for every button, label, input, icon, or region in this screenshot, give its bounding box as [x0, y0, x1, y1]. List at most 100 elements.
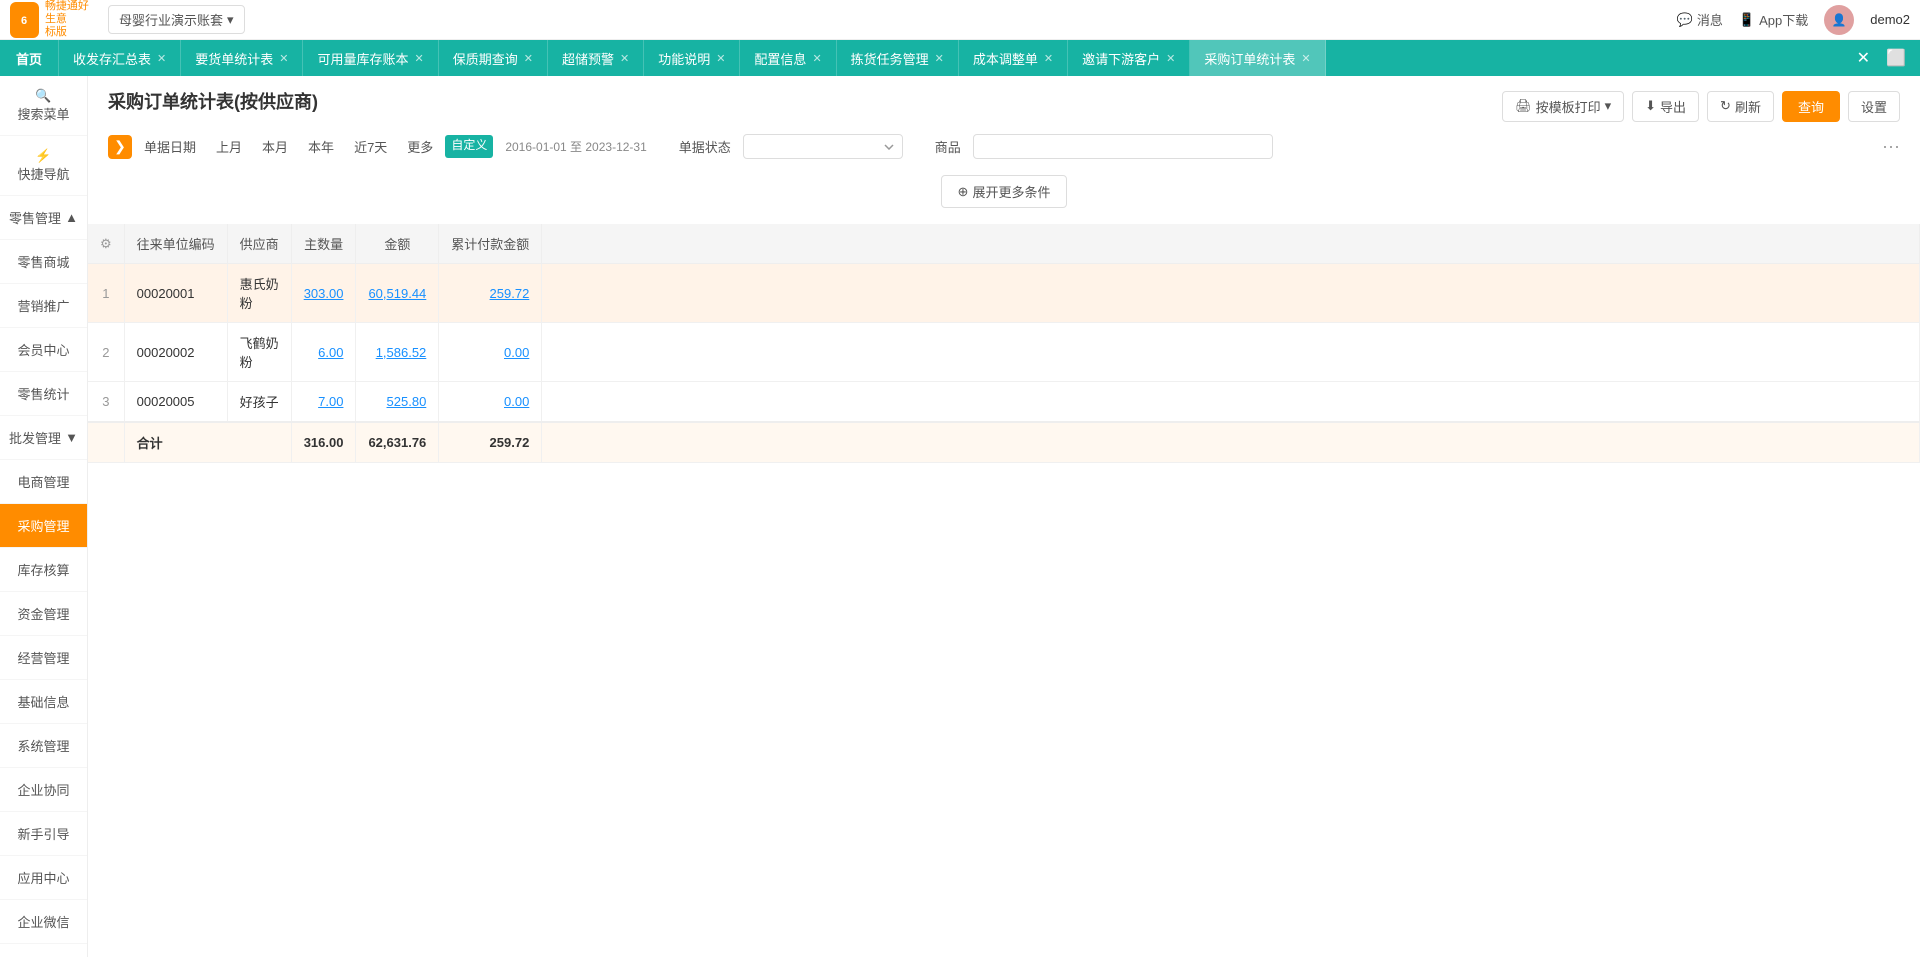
tab-11-label: 采购订单统计表: [1204, 49, 1295, 68]
export-icon: ⬇: [1645, 98, 1656, 114]
goods-input[interactable]: [973, 134, 1273, 159]
date-last-month[interactable]: 上月: [208, 135, 250, 158]
sidebar-item-inventory[interactable]: 库存核算: [0, 548, 87, 592]
date-more[interactable]: 更多: [399, 135, 441, 158]
table-header-row: ⚙ 往来单位编码 供应商 主数量 金额 累计付款金额: [88, 224, 1920, 264]
tab-home[interactable]: 首页: [0, 40, 59, 76]
expand-conditions-button[interactable]: ⊕ 展开更多条件: [941, 175, 1068, 208]
tab-9-close[interactable]: ✕: [1044, 52, 1053, 65]
sidebar-item-wechat[interactable]: 企业微信: [0, 900, 87, 944]
th-settings[interactable]: ⚙: [88, 224, 124, 264]
tab-10-close[interactable]: ✕: [1166, 52, 1175, 65]
table-row: 3 00020005 好孩子 7.00 525.80 0.00: [88, 382, 1920, 423]
tab-6[interactable]: 功能说明 ✕: [644, 40, 740, 76]
page-title: 采购订单统计表(按供应商): [108, 88, 318, 114]
search-icon: 🔍: [35, 88, 51, 103]
date-this-month[interactable]: 本月: [254, 135, 296, 158]
logo-sub: 标版: [45, 26, 98, 39]
tab-2-close[interactable]: ✕: [279, 52, 288, 65]
sidebar-item-newbie[interactable]: 新手引导: [0, 812, 87, 856]
tab-7[interactable]: 配置信息 ✕: [740, 40, 836, 76]
sidebar-item-member-center[interactable]: 会员中心: [0, 328, 87, 372]
sidebar-item-system[interactable]: 系统管理: [0, 724, 87, 768]
tab-11[interactable]: 采购订单统计表 ✕: [1190, 40, 1325, 76]
cell-code-3: 00020005: [124, 382, 227, 423]
filter-toggle-btn[interactable]: ❯: [108, 135, 132, 159]
top-bar: 6 畅捷通好生意 标版 母婴行业演示账套 ▾ 💬 消息 📱 App下载 👤 de…: [0, 0, 1920, 40]
tab-8-label: 拣货任务管理: [851, 49, 929, 68]
tab-8[interactable]: 拣货任务管理 ✕: [837, 40, 959, 76]
refresh-button[interactable]: ↻ 刷新: [1707, 91, 1774, 122]
sidebar-item-basic-info[interactable]: 基础信息: [0, 680, 87, 724]
print-button[interactable]: 🖨 按模板打印 ▾: [1502, 91, 1624, 122]
tab-7-close[interactable]: ✕: [812, 52, 821, 65]
sidebar-item-enterprise[interactable]: 企业协同: [0, 768, 87, 812]
th-amount: 金额: [356, 224, 439, 264]
tfoot-amount: 62,631.76: [356, 422, 439, 463]
more-options-icon[interactable]: ···: [1882, 136, 1900, 157]
sidebar-item-purchase-mgmt[interactable]: 采购管理: [0, 504, 87, 548]
workspace-selector[interactable]: 母婴行业演示账套 ▾: [108, 5, 245, 34]
tab-3[interactable]: 可用量库存账本 ✕: [303, 40, 438, 76]
tab-10[interactable]: 邀请下游客户 ✕: [1068, 40, 1190, 76]
expand-tab-icon[interactable]: ⬜: [1880, 46, 1912, 70]
expand-icon: ⊕: [958, 184, 969, 200]
table-wrapper: ⚙ 往来单位编码 供应商 主数量 金额 累计付款金额 1 00020001: [88, 224, 1920, 957]
date-this-year[interactable]: 本年: [300, 135, 342, 158]
tab-1[interactable]: 收发存汇总表 ✕: [59, 40, 181, 76]
sidebar-item-retail-mall[interactable]: 零售商城: [0, 240, 87, 284]
sidebar-item-app-center[interactable]: 应用中心: [0, 856, 87, 900]
top-bar-right: 💬 消息 📱 App下载 👤 demo2: [1677, 5, 1910, 35]
gear-icon[interactable]: ⚙: [100, 236, 112, 251]
tab-4[interactable]: 保质期查询 ✕: [439, 40, 548, 76]
app-download-button[interactable]: 📱 App下载: [1739, 10, 1808, 29]
th-empty: [542, 224, 1920, 264]
tab-1-close[interactable]: ✕: [157, 52, 166, 65]
tab-5-close[interactable]: ✕: [620, 52, 629, 65]
sidebar: 🔍 搜索菜单 ⚡ 快捷导航 零售管理 ▲ 零售商城 营销推广 会员中心 零售统计…: [0, 76, 88, 957]
tab-4-close[interactable]: ✕: [524, 52, 533, 65]
sidebar-item-retail-mgmt[interactable]: 零售管理 ▲: [0, 196, 87, 240]
sidebar-item-member[interactable]: 畅会员: [0, 944, 87, 957]
avatar[interactable]: 👤: [1824, 5, 1854, 35]
sidebar-item-retail-stats[interactable]: 零售统计: [0, 372, 87, 416]
chevron-down-icon: ▾: [227, 12, 234, 28]
sidebar-item-finance[interactable]: 资金管理: [0, 592, 87, 636]
sidebar-item-quicknav[interactable]: ⚡ 快捷导航: [0, 136, 87, 196]
export-button[interactable]: ⬇ 导出: [1632, 91, 1699, 122]
query-button[interactable]: 查询: [1782, 91, 1840, 122]
tab-5-label: 超储预警: [562, 49, 614, 68]
message-button[interactable]: 💬 消息: [1677, 10, 1723, 29]
th-qty: 主数量: [291, 224, 356, 264]
tfoot-qty: 316.00: [291, 422, 356, 463]
tab-5[interactable]: 超储预警 ✕: [548, 40, 644, 76]
tfoot-paid: 259.72: [439, 422, 542, 463]
tab-2-label: 要货单统计表: [195, 49, 273, 68]
sidebar-item-wholesale-mgmt[interactable]: 批发管理 ▼: [0, 416, 87, 460]
tab-11-close[interactable]: ✕: [1301, 52, 1310, 65]
cell-code-2: 00020002: [124, 323, 227, 382]
sidebar-item-search[interactable]: 🔍 搜索菜单: [0, 76, 87, 136]
username: demo2: [1870, 12, 1910, 27]
download-icon: 📱: [1739, 12, 1755, 28]
tab-8-close[interactable]: ✕: [935, 52, 944, 65]
tab-6-close[interactable]: ✕: [716, 52, 725, 65]
tab-3-label: 可用量库存账本: [317, 49, 408, 68]
sidebar-item-marketing[interactable]: 营销推广: [0, 284, 87, 328]
settings-button[interactable]: 设置: [1848, 91, 1900, 122]
sidebar-item-operations[interactable]: 经营管理: [0, 636, 87, 680]
tab-home-label: 首页: [16, 49, 42, 68]
sidebar-item-ecommerce[interactable]: 电商管理: [0, 460, 87, 504]
close-tab-icon[interactable]: ✕: [1851, 46, 1876, 70]
logo: 6 畅捷通好生意 标版: [10, 0, 98, 39]
date-quick-btns: 上月 本月 本年 近7天 更多 自定义: [208, 135, 493, 158]
cell-index-1: 1: [88, 264, 124, 323]
status-select[interactable]: [743, 134, 903, 159]
tab-3-close[interactable]: ✕: [415, 52, 424, 65]
cell-supplier-3: 好孩子: [227, 382, 291, 423]
nav-tabs: 首页 收发存汇总表 ✕ 要货单统计表 ✕ 可用量库存账本 ✕ 保质期查询 ✕ 超…: [0, 40, 1920, 76]
tab-9[interactable]: 成本调整单 ✕: [959, 40, 1068, 76]
date-7days[interactable]: 近7天: [346, 135, 395, 158]
tab-2[interactable]: 要货单统计表 ✕: [181, 40, 303, 76]
cell-paid-1: 259.72: [439, 264, 542, 323]
